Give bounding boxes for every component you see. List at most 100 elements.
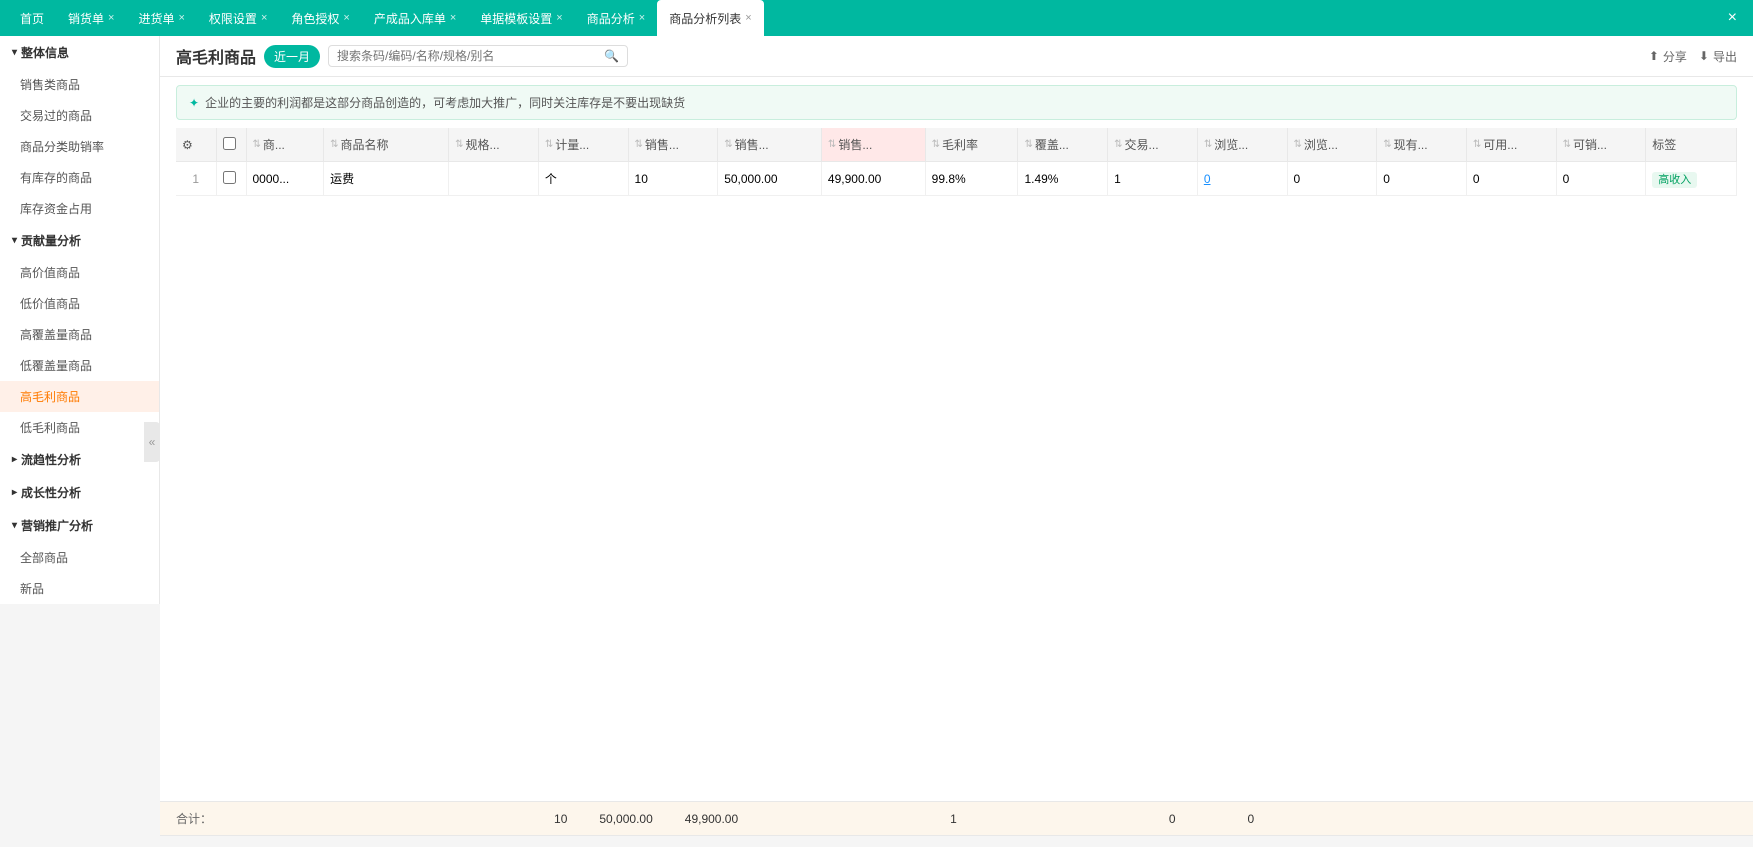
col-unit[interactable]: ⇅ 计量...: [538, 128, 628, 162]
sidebar-item-traded-goods[interactable]: 交易过的商品: [0, 100, 159, 131]
col-coverage[interactable]: ⇅ 覆盖...: [1018, 128, 1108, 162]
sidebar-item-category-rate[interactable]: 商品分类助销率: [0, 131, 159, 162]
col-sales-qty[interactable]: ⇅ 销售...: [628, 128, 718, 162]
row-select-checkbox[interactable]: [223, 171, 236, 184]
nav-close-permission[interactable]: ×: [261, 12, 267, 24]
col-view1[interactable]: ⇅ 浏览...: [1197, 128, 1287, 162]
search-input[interactable]: [337, 49, 600, 63]
footer-current-stock: 0: [1163, 812, 1182, 826]
row-sales-qty: 10: [628, 162, 718, 196]
sidebar-item-stock-fund[interactable]: 库存资金占用: [0, 193, 159, 224]
col-gross-margin[interactable]: ⇅ 毛利率: [925, 128, 1018, 162]
row-current-stock: 0: [1377, 162, 1467, 196]
col-settings[interactable]: ⚙: [176, 128, 216, 162]
nav-goods-analysis[interactable]: 商品分析 ×: [575, 0, 657, 36]
row-available: 0: [1466, 162, 1556, 196]
row-name: 运费: [324, 162, 449, 196]
sort-icon-13: ⇅: [1383, 139, 1391, 150]
col-sales-amount[interactable]: ⇅ 销售...: [718, 128, 822, 162]
footer-label: 合计：: [176, 810, 212, 827]
nav-sales-order[interactable]: 销货单 ×: [56, 0, 126, 36]
search-icon[interactable]: 🔍: [604, 49, 619, 63]
nav-home[interactable]: 首页: [8, 0, 56, 36]
nav-finished-goods[interactable]: 产成品入库单 ×: [362, 0, 468, 36]
row-spec: [449, 162, 539, 196]
chevron-down-icon: ▾: [12, 47, 17, 58]
chevron-down-icon-2: ▾: [12, 235, 17, 246]
row-unit: 个: [538, 162, 628, 196]
sidebar-item-high-coverage[interactable]: 高覆盖量商品: [0, 319, 159, 350]
nav-close-role[interactable]: ×: [343, 12, 349, 24]
nav-close-sales-order[interactable]: ×: [108, 12, 114, 24]
chevron-right-icon: ▸: [12, 454, 17, 465]
footer-sales-qty: 10: [548, 812, 573, 826]
top-nav: 首页 销货单 × 进货单 × 权限设置 × 角色授权 × 产成品入库单 × 单据…: [0, 0, 1753, 36]
row-index: 1: [176, 162, 216, 196]
row-tag: 高收入: [1646, 162, 1737, 196]
col-saleable[interactable]: ⇅ 可销...: [1556, 128, 1646, 162]
sidebar-item-high-margin[interactable]: 高毛利商品: [0, 381, 159, 412]
sidebar-section-overall[interactable]: ▾ 整体信息: [0, 36, 159, 69]
row-view2: 0: [1287, 162, 1377, 196]
col-current-stock[interactable]: ⇅ 现有...: [1377, 128, 1467, 162]
select-all-checkbox[interactable]: [223, 137, 236, 150]
sidebar-item-in-stock[interactable]: 有库存的商品: [0, 162, 159, 193]
nav-close-goods-list[interactable]: ×: [745, 12, 751, 24]
sidebar-item-new-goods[interactable]: 新品: [0, 573, 159, 604]
sort-icon-9: ⇅: [1024, 139, 1032, 150]
row-transaction: 1: [1108, 162, 1198, 196]
sort-icon-6: ⇅: [724, 139, 732, 150]
footer-sales-amount: 50,000.00: [593, 812, 658, 826]
sidebar-section-flow[interactable]: ▸ 流趋性分析: [0, 443, 159, 476]
export-button[interactable]: ⬇ 导出: [1699, 48, 1737, 65]
nav-close-template[interactable]: ×: [556, 12, 562, 24]
col-spec[interactable]: ⇅ 规格...: [449, 128, 539, 162]
content-area: 高毛利商品 近一月 🔍 ⬆ 分享 ⬇ 导出 ✦ 企业的主要的利润都是这部分商品创…: [160, 36, 1753, 847]
sidebar-section-contribution[interactable]: ▾ 贡献量分析: [0, 224, 159, 257]
col-tag[interactable]: 标签: [1646, 128, 1737, 162]
sort-icon-10: ⇅: [1114, 139, 1122, 150]
sort-icon-5: ⇅: [635, 139, 643, 150]
nav-permission-settings[interactable]: 权限设置 ×: [197, 0, 279, 36]
sort-icon-8: ⇅: [932, 139, 940, 150]
sidebar: ▾ 整体信息 销售类商品 交易过的商品 商品分类助销率 有库存的商品 库存资金占…: [0, 36, 160, 604]
nav-close-goods-analysis[interactable]: ×: [639, 12, 645, 24]
table-container[interactable]: ⚙ ⇅ 商... ⇅: [160, 128, 1753, 801]
sidebar-section-growth[interactable]: ▸ 成长性分析: [0, 476, 159, 509]
sort-icon: ⇅: [253, 139, 261, 150]
row-saleable: 0: [1556, 162, 1646, 196]
sidebar-item-low-value[interactable]: 低价值商品: [0, 288, 159, 319]
sort-icon-4: ⇅: [545, 139, 553, 150]
nav-template-settings[interactable]: 单据模板设置 ×: [468, 0, 574, 36]
nav-close-finished[interactable]: ×: [450, 12, 456, 24]
row-sales-cost: 49,900.00: [821, 162, 925, 196]
sidebar-collapse-button[interactable]: «: [144, 422, 160, 462]
nav-goods-analysis-list[interactable]: 商品分析列表 ×: [657, 0, 763, 36]
time-filter-button[interactable]: 近一月: [264, 45, 320, 68]
col-view2[interactable]: ⇅ 浏览...: [1287, 128, 1377, 162]
goods-table: ⚙ ⇅ 商... ⇅: [176, 128, 1737, 196]
share-button[interactable]: ⬆ 分享: [1649, 48, 1687, 65]
row-gross-margin: 99.8%: [925, 162, 1018, 196]
horizontal-scrollbar[interactable]: [160, 835, 1753, 847]
col-transaction[interactable]: ⇅ 交易...: [1108, 128, 1198, 162]
sidebar-item-all-goods[interactable]: 全部商品: [0, 542, 159, 573]
row-view1[interactable]: 0: [1197, 162, 1287, 196]
nav-role-auth[interactable]: 角色授权 ×: [279, 0, 361, 36]
sidebar-item-high-value[interactable]: 高价值商品: [0, 257, 159, 288]
col-name[interactable]: ⇅ 商品名称: [324, 128, 449, 162]
sort-icon-2: ⇅: [330, 139, 338, 150]
nav-close-purchase-order[interactable]: ×: [178, 12, 184, 24]
sidebar-item-low-coverage[interactable]: 低覆盖量商品: [0, 350, 159, 381]
sidebar-section-contribution-items: 高价值商品 低价值商品 高覆盖量商品 低覆盖量商品 高毛利商品 低毛利商品: [0, 257, 159, 443]
window-close-button[interactable]: ×: [1720, 9, 1745, 27]
sort-icon-7: ⇅: [828, 139, 836, 150]
sidebar-item-sales-goods[interactable]: 销售类商品: [0, 69, 159, 100]
sidebar-item-low-margin[interactable]: 低毛利商品: [0, 412, 159, 443]
sort-icon-12: ⇅: [1294, 139, 1302, 150]
col-code[interactable]: ⇅ 商...: [246, 128, 324, 162]
col-sales-cost[interactable]: ⇅ 销售...: [821, 128, 925, 162]
sidebar-section-marketing[interactable]: ▾ 营销推广分析: [0, 509, 159, 542]
nav-purchase-order[interactable]: 进货单 ×: [126, 0, 196, 36]
col-available[interactable]: ⇅ 可用...: [1466, 128, 1556, 162]
